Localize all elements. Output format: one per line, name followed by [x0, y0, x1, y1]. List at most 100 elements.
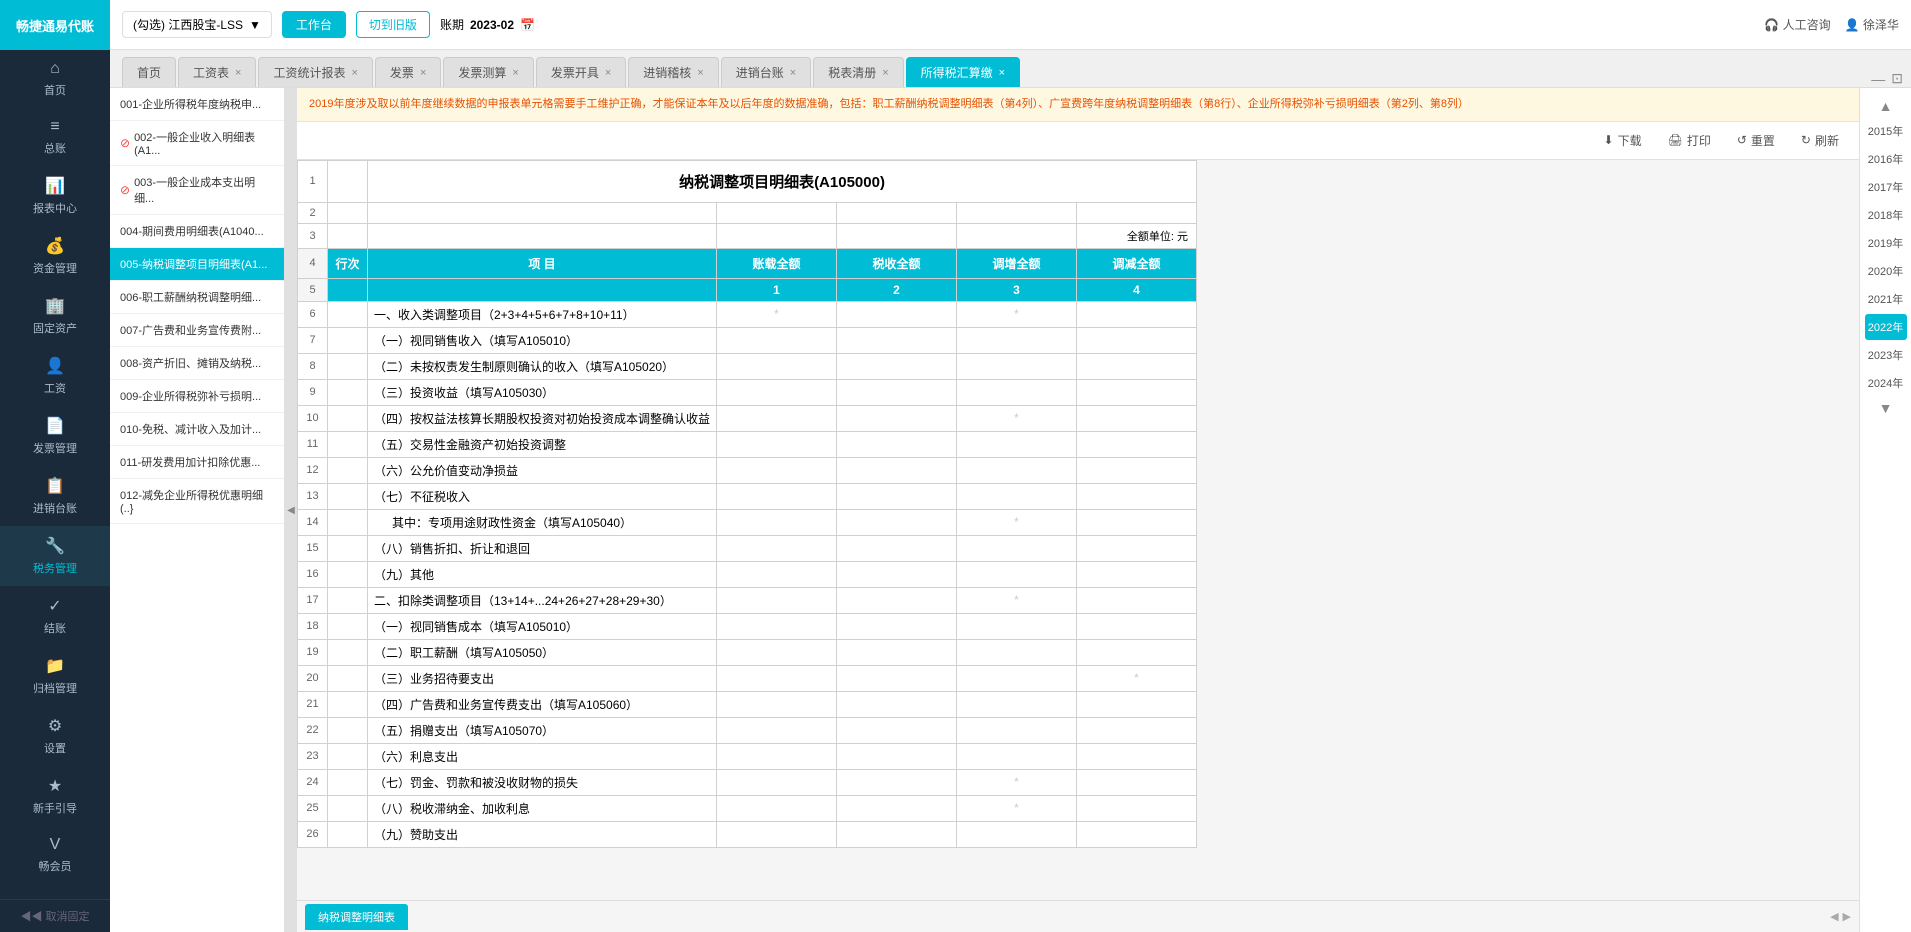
cell-f-14[interactable]: * — [1077, 665, 1197, 691]
cell-f-12[interactable] — [1077, 613, 1197, 639]
year-2021[interactable]: 2021年 — [1865, 286, 1907, 312]
cell-e-0[interactable]: * — [957, 301, 1077, 327]
cell-d-4[interactable] — [837, 405, 957, 431]
cell-e-17[interactable] — [957, 743, 1077, 769]
tab-purchase-ledger-close[interactable]: × — [790, 67, 796, 79]
cell-f-0[interactable] — [1077, 301, 1197, 327]
tab-income-tax[interactable]: 所得税汇算缴 × — [906, 57, 1020, 87]
tab-home[interactable]: 首页 — [122, 57, 176, 87]
cell-f-2[interactable] — [1077, 353, 1197, 379]
sidebar-item-archive[interactable]: 📁 归档管理 — [0, 646, 110, 706]
refresh-button[interactable]: ↻ 刷新 — [1793, 128, 1847, 153]
sidebar-item-guide[interactable]: ★ 新手引导 — [0, 766, 110, 826]
cell-d-2[interactable] — [837, 353, 957, 379]
sidebar-item-settings[interactable]: ⚙ 设置 — [0, 706, 110, 766]
cell-f-11[interactable] — [1077, 587, 1197, 613]
year-2016[interactable]: 2016年 — [1865, 146, 1907, 172]
left-item-4[interactable]: 005-纳税调整项目明细表(A1... — [110, 248, 284, 281]
left-item-8[interactable]: 009-企业所得税弥补亏损明... — [110, 380, 284, 413]
download-button[interactable]: ⬇ 下载 — [1596, 128, 1650, 153]
cell-c-11[interactable] — [717, 587, 837, 613]
cell-c-0[interactable]: * — [717, 301, 837, 327]
cell-f-7[interactable] — [1077, 483, 1197, 509]
tab-payroll-close[interactable]: × — [235, 67, 241, 79]
cell-d-1[interactable] — [837, 327, 957, 353]
workspace-button[interactable]: 工作台 — [282, 11, 346, 38]
cell-e-14[interactable] — [957, 665, 1077, 691]
sidebar-item-member[interactable]: V 畅会员 — [0, 826, 110, 884]
cell-e-6[interactable] — [957, 457, 1077, 483]
cell-d-11[interactable] — [837, 587, 957, 613]
cell-f-3[interactable] — [1077, 379, 1197, 405]
cell-c-17[interactable] — [717, 743, 837, 769]
cell-e-1[interactable] — [957, 327, 1077, 353]
cell-f-5[interactable] — [1077, 431, 1197, 457]
left-item-6[interactable]: 007-广告费和业务宣传费附... — [110, 314, 284, 347]
sidebar-item-reports[interactable]: 📊 报表中心 — [0, 166, 110, 226]
cell-d-6[interactable] — [837, 457, 957, 483]
cell-e-3[interactable] — [957, 379, 1077, 405]
cell-c-7[interactable] — [717, 483, 837, 509]
scroll-left-icon[interactable]: ◀ — [1830, 910, 1838, 923]
left-item-3[interactable]: 004-期间费用明细表(A1040... — [110, 215, 284, 248]
tab-invoice-issue[interactable]: 发票开具 × — [536, 57, 626, 87]
cell-c-12[interactable] — [717, 613, 837, 639]
year-nav-up[interactable]: ▲ — [1871, 96, 1901, 116]
year-2015[interactable]: 2015年 — [1865, 118, 1907, 144]
left-item-10[interactable]: 011-研发费用加计扣除优惠... — [110, 446, 284, 479]
cell-e-2[interactable] — [957, 353, 1077, 379]
cell-d-7[interactable] — [837, 483, 957, 509]
cell-f-15[interactable] — [1077, 691, 1197, 717]
sidebar-item-finance[interactable]: 💰 资金管理 — [0, 226, 110, 286]
bottom-tab-0[interactable]: 纳税调整明细表 — [305, 904, 408, 930]
year-2017[interactable]: 2017年 — [1865, 174, 1907, 200]
cell-c-18[interactable] — [717, 769, 837, 795]
tab-invoice-calc-close[interactable]: × — [512, 67, 518, 79]
cell-e-9[interactable] — [957, 535, 1077, 561]
cell-d-8[interactable] — [837, 509, 957, 535]
cell-d-15[interactable] — [837, 691, 957, 717]
cell-e-13[interactable] — [957, 639, 1077, 665]
tab-purchase-check-close[interactable]: × — [697, 67, 703, 79]
cell-c-13[interactable] — [717, 639, 837, 665]
cell-e-20[interactable] — [957, 821, 1077, 847]
cell-d-12[interactable] — [837, 613, 957, 639]
cell-f-20[interactable] — [1077, 821, 1197, 847]
tab-purchase-ledger[interactable]: 进销台账 × — [721, 57, 811, 87]
year-nav-down[interactable]: ▼ — [1871, 398, 1901, 418]
tab-invoice-close[interactable]: × — [420, 67, 426, 79]
left-item-7[interactable]: 008-资产折旧、摊销及纳税... — [110, 347, 284, 380]
cell-f-8[interactable] — [1077, 509, 1197, 535]
tab-income-tax-close[interactable]: × — [999, 67, 1005, 79]
consult-button[interactable]: 🎧 人工咨询 — [1764, 16, 1830, 33]
cell-d-16[interactable] — [837, 717, 957, 743]
cell-d-9[interactable] — [837, 535, 957, 561]
cell-c-1[interactable] — [717, 327, 837, 353]
cell-f-17[interactable] — [1077, 743, 1197, 769]
cell-c-9[interactable] — [717, 535, 837, 561]
sidebar-item-assets[interactable]: 🏢 固定资产 — [0, 286, 110, 346]
tab-invoice[interactable]: 发票 × — [375, 57, 441, 87]
cell-d-14[interactable] — [837, 665, 957, 691]
cell-e-18[interactable]: * — [957, 769, 1077, 795]
sidebar-item-home[interactable]: ⌂ 首页 — [0, 50, 110, 108]
sidebar-item-tax[interactable]: 🔧 税务管理 — [0, 526, 110, 586]
tab-payroll[interactable]: 工资表 × — [178, 57, 256, 87]
cell-e-7[interactable] — [957, 483, 1077, 509]
cell-e-15[interactable] — [957, 691, 1077, 717]
tab-purchase-check[interactable]: 进销稽核 × — [628, 57, 718, 87]
cell-f-1[interactable] — [1077, 327, 1197, 353]
cell-f-13[interactable] — [1077, 639, 1197, 665]
year-2023[interactable]: 2023年 — [1865, 342, 1907, 368]
cell-f-9[interactable] — [1077, 535, 1197, 561]
tab-payroll-stats-close[interactable]: × — [351, 67, 357, 79]
cell-c-10[interactable] — [717, 561, 837, 587]
sidebar-unpin[interactable]: ◀◀ 取消固定 — [0, 899, 110, 932]
tab-tax-register[interactable]: 税表清册 × — [813, 57, 903, 87]
cell-d-3[interactable] — [837, 379, 957, 405]
cell-f-6[interactable] — [1077, 457, 1197, 483]
cell-d-20[interactable] — [837, 821, 957, 847]
cell-c-20[interactable] — [717, 821, 837, 847]
tab-payroll-stats[interactable]: 工资统计报表 × — [258, 57, 372, 87]
cell-f-16[interactable] — [1077, 717, 1197, 743]
